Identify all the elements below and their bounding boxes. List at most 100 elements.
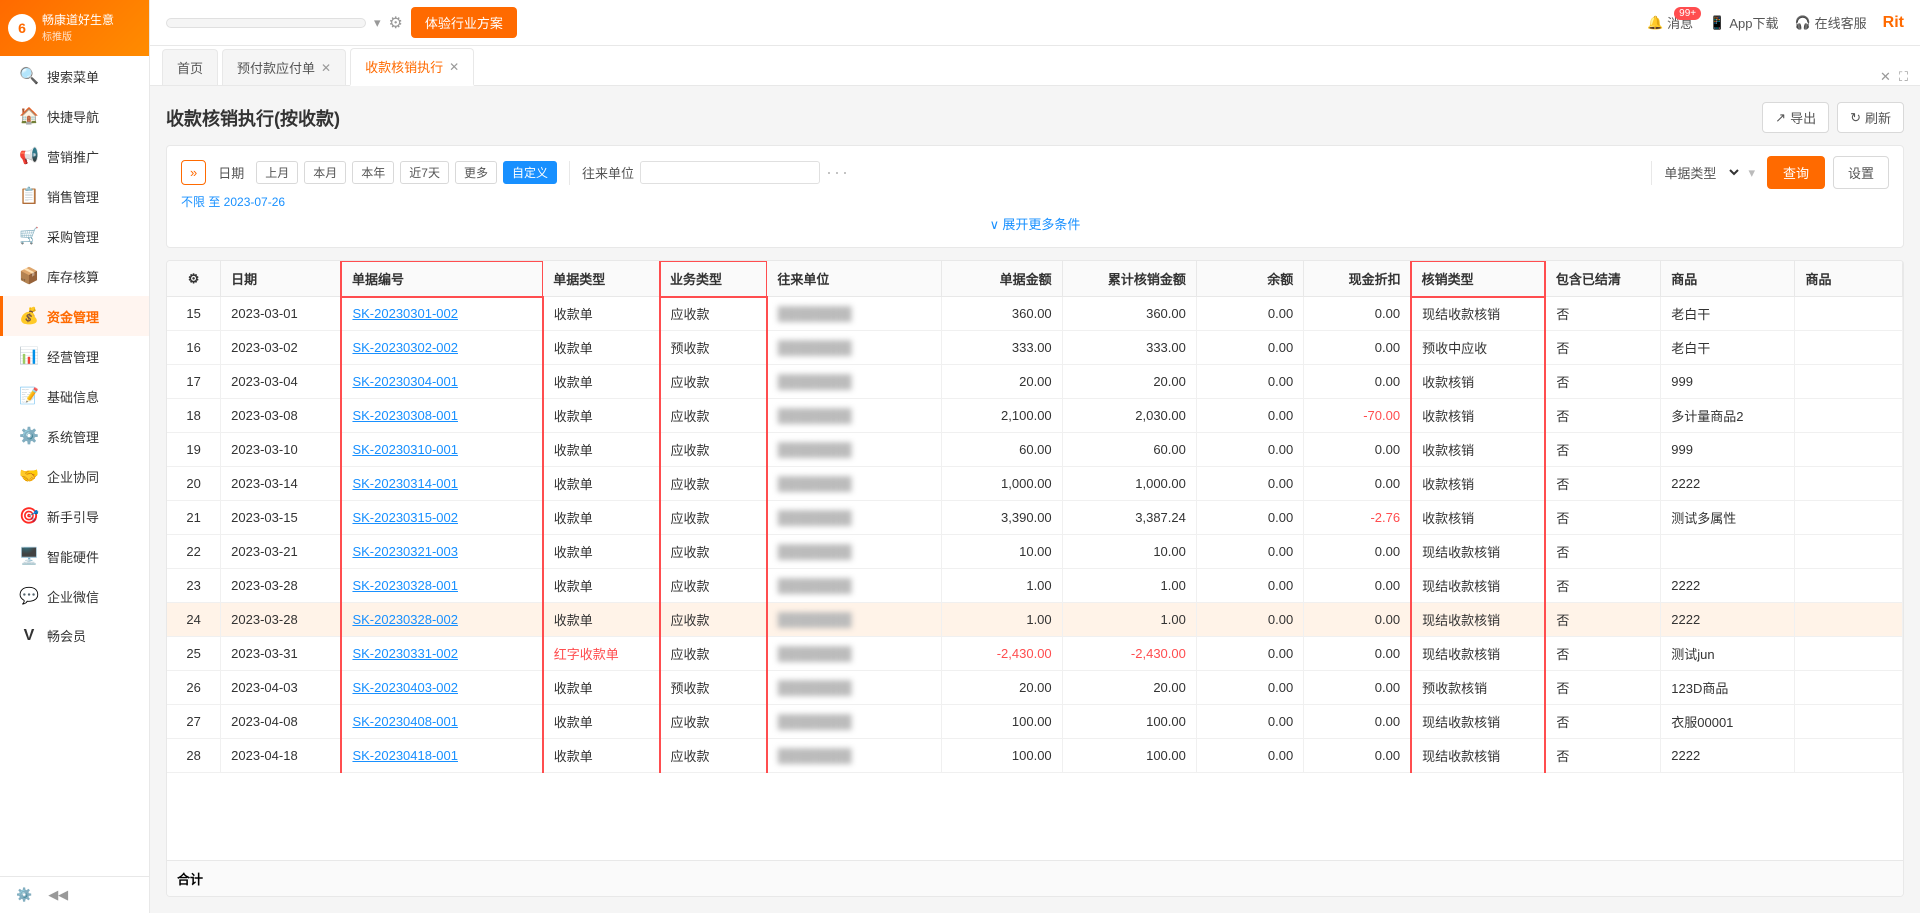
col-header-bustype: 业务类型: [660, 261, 767, 297]
table-row[interactable]: 20 2023-03-14 SK-20230314-001 收款单 应收款 ██…: [167, 467, 1903, 501]
sidebar-item-sales[interactable]: 📋 销售管理: [0, 176, 149, 216]
bill-type-select[interactable]: [1722, 164, 1742, 181]
row-amount: 1.00: [941, 569, 1062, 603]
table-row[interactable]: 16 2023-03-02 SK-20230302-002 收款单 预收款 ██…: [167, 331, 1903, 365]
table-row[interactable]: 28 2023-04-18 SK-20230418-001 收款单 应收款 ██…: [167, 739, 1903, 773]
sidebar-item-hardware[interactable]: 🖥️ 智能硬件: [0, 536, 149, 576]
col-header-amount: 单据金额: [941, 261, 1062, 297]
row-discount: 0.00: [1304, 433, 1411, 467]
row-cumamt: -2,430.00: [1062, 637, 1196, 671]
sidebar-item-member[interactable]: V 畅会员: [0, 616, 149, 655]
row-billno[interactable]: SK-20230408-001: [341, 705, 542, 739]
date-btn-this-month[interactable]: 本月: [304, 161, 346, 184]
sidebar-item-marketing[interactable]: 📢 营销推广: [0, 136, 149, 176]
table-row[interactable]: 19 2023-03-10 SK-20230310-001 收款单 应收款 ██…: [167, 433, 1903, 467]
row-goods2: [1795, 501, 1903, 535]
row-included: 否: [1545, 603, 1660, 637]
row-cumamt: 10.00: [1062, 535, 1196, 569]
unit-input[interactable]: [649, 165, 811, 180]
row-goods: 2222: [1661, 569, 1795, 603]
row-goods2: [1795, 705, 1903, 739]
tab-prepay-close[interactable]: ✕: [321, 61, 331, 75]
table-row[interactable]: 25 2023-03-31 SK-20230331-002 红字收款单 应收款 …: [167, 637, 1903, 671]
date-btn-7days[interactable]: 近7天: [400, 161, 449, 184]
row-billno[interactable]: SK-20230310-001: [341, 433, 542, 467]
table-container: ⚙ 日期 单据编号 单据类型 业务类型 往来单位 单据金额 累计核销金额 余额 …: [166, 260, 1904, 897]
table-row[interactable]: 17 2023-03-04 SK-20230304-001 收款单 应收款 ██…: [167, 365, 1903, 399]
sidebar-item-finance[interactable]: 💰 资金管理: [0, 296, 149, 336]
unit-cell: ████████: [767, 331, 941, 365]
table-row[interactable]: 22 2023-03-21 SK-20230321-003 收款单 应收款 ██…: [167, 535, 1903, 569]
table-row[interactable]: 24 2023-03-28 SK-20230328-002 收款单 应收款 ██…: [167, 603, 1903, 637]
row-goods2: [1795, 535, 1903, 569]
row-amount: 2,100.00: [941, 399, 1062, 433]
sidebar-item-purchase[interactable]: 🛒 采购管理: [0, 216, 149, 256]
table-row[interactable]: 26 2023-04-03 SK-20230403-002 收款单 预收款 ██…: [167, 671, 1903, 705]
row-billno[interactable]: SK-20230418-001: [341, 739, 542, 773]
industry-btn[interactable]: 体验行业方案: [411, 7, 517, 38]
sidebar-item-guide[interactable]: 🎯 新手引导: [0, 496, 149, 536]
app-download-btn[interactable]: 📱 App下载: [1709, 13, 1778, 32]
date-btn-this-year[interactable]: 本年: [352, 161, 394, 184]
row-billno[interactable]: SK-20230304-001: [341, 365, 542, 399]
tab-prepay[interactable]: 预付款应付单 ✕: [222, 49, 346, 85]
refresh-btn[interactable]: ↻ 刷新: [1837, 102, 1904, 133]
notification-btn[interactable]: 🔔 消息 99+: [1647, 13, 1693, 32]
row-cumamt: 3,387.24: [1062, 501, 1196, 535]
row-billno[interactable]: SK-20230308-001: [341, 399, 542, 433]
row-goods2: [1795, 467, 1903, 501]
sidebar-item-shortcut[interactable]: 🏠 快捷导航: [0, 96, 149, 136]
filter-settings-btn[interactable]: 设置: [1833, 156, 1889, 189]
tab-collection[interactable]: 收款核销执行 ✕: [350, 48, 474, 86]
row-num: 25: [167, 637, 221, 671]
row-goods: 2222: [1661, 467, 1795, 501]
row-billno[interactable]: SK-20230315-002: [341, 501, 542, 535]
row-balance: 0.00: [1196, 297, 1303, 331]
expand-bar[interactable]: ∨ 展开更多条件: [181, 210, 1889, 237]
filter-row: » 日期 上月 本月 本年 近7天 更多 自定义 往来单位 ···: [181, 156, 1889, 189]
date-btn-prev-month[interactable]: 上月: [256, 161, 298, 184]
row-num: 16: [167, 331, 221, 365]
row-cumamt: 60.00: [1062, 433, 1196, 467]
row-billno[interactable]: SK-20230321-003: [341, 535, 542, 569]
row-billno[interactable]: SK-20230302-002: [341, 331, 542, 365]
close-all-icon[interactable]: ✕: [1880, 69, 1891, 85]
sidebar-item-system[interactable]: ⚙️ 系统管理: [0, 416, 149, 456]
settings-bottom-icon[interactable]: ⚙️: [16, 887, 32, 903]
maximize-icon[interactable]: ⛶: [1899, 69, 1908, 85]
row-billno[interactable]: SK-20230331-002: [341, 637, 542, 671]
config-icon[interactable]: ⚙: [389, 13, 403, 33]
date-btn-more[interactable]: 更多: [455, 161, 497, 184]
filter-expand-btn[interactable]: »: [181, 160, 206, 185]
unit-cell: ████████: [767, 535, 941, 569]
row-billno[interactable]: SK-20230403-002: [341, 671, 542, 705]
header-row: ⚙ 日期 单据编号 单据类型 业务类型 往来单位 单据金额 累计核销金额 余额 …: [167, 261, 1903, 297]
table-row[interactable]: 18 2023-03-08 SK-20230308-001 收款单 应收款 ██…: [167, 399, 1903, 433]
row-billno[interactable]: SK-20230301-002: [341, 297, 542, 331]
sidebar-item-basic[interactable]: 📝 基础信息: [0, 376, 149, 416]
sidebar-item-corp[interactable]: 🤝 企业协同: [0, 456, 149, 496]
tab-home[interactable]: 首页: [162, 49, 218, 85]
table-row[interactable]: 23 2023-03-28 SK-20230328-001 收款单 应收款 ██…: [167, 569, 1903, 603]
row-billno[interactable]: SK-20230328-001: [341, 569, 542, 603]
row-billno[interactable]: SK-20230328-002: [341, 603, 542, 637]
sidebar-item-search[interactable]: 🔍 搜索菜单: [0, 56, 149, 96]
sidebar-item-operation[interactable]: 📊 经营管理: [0, 336, 149, 376]
row-discount: 0.00: [1304, 365, 1411, 399]
date-btn-custom[interactable]: 自定义: [503, 161, 557, 184]
row-billno[interactable]: SK-20230314-001: [341, 467, 542, 501]
online-service-btn[interactable]: 🎧 在线客服: [1794, 13, 1866, 32]
sidebar-item-inventory[interactable]: 📦 库存核算: [0, 256, 149, 296]
table-row[interactable]: 21 2023-03-15 SK-20230315-002 收款单 应收款 ██…: [167, 501, 1903, 535]
sidebar-item-wechat[interactable]: 💬 企业微信: [0, 576, 149, 616]
unit-input-box[interactable]: [640, 161, 820, 184]
tabbar: 首页 预付款应付单 ✕ 收款核销执行 ✕ ✕ ⛶: [150, 46, 1920, 86]
table-row[interactable]: 15 2023-03-01 SK-20230301-002 收款单 应收款 ██…: [167, 297, 1903, 331]
tab-collection-close[interactable]: ✕: [449, 60, 459, 74]
collapse-icon[interactable]: ◀◀: [48, 887, 68, 903]
table-row[interactable]: 27 2023-04-08 SK-20230408-001 收款单 应收款 ██…: [167, 705, 1903, 739]
export-btn[interactable]: ↗ 导出: [1762, 102, 1829, 133]
table-scroll[interactable]: ⚙ 日期 单据编号 单据类型 业务类型 往来单位 单据金额 累计核销金额 余额 …: [167, 261, 1903, 860]
tab-prepay-label: 预付款应付单: [237, 58, 315, 77]
query-btn[interactable]: 查询: [1767, 156, 1825, 189]
